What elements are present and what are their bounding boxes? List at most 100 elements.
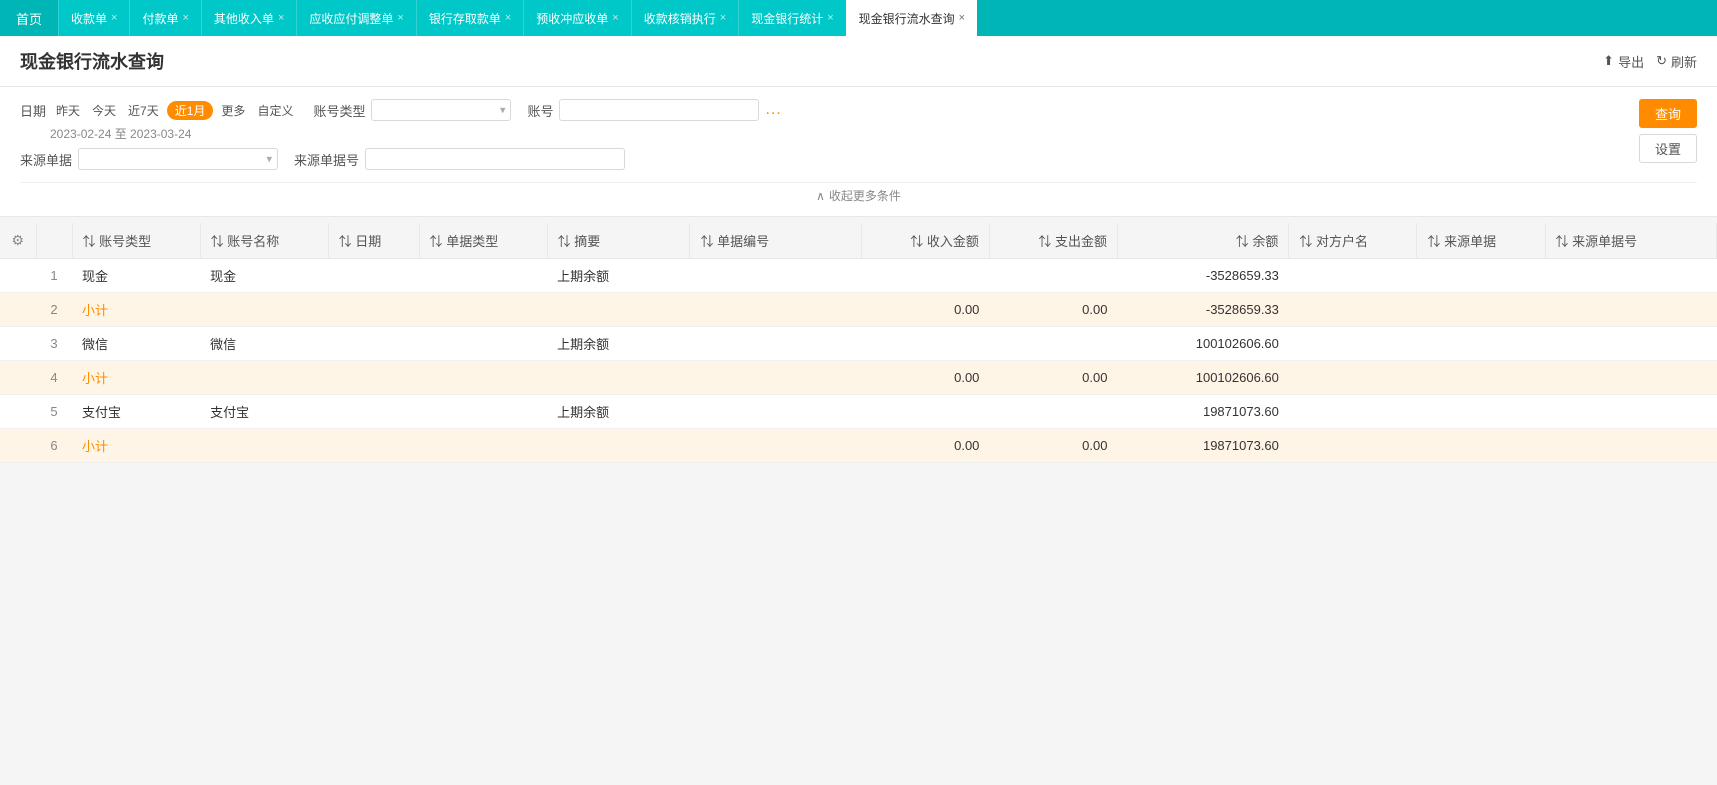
row-source-doc (1417, 293, 1545, 327)
close-icon[interactable]: × (397, 12, 403, 24)
date-btn-more[interactable]: 更多 (217, 101, 249, 120)
row-account-name: 支付宝 (200, 395, 328, 429)
account-type-filter-group: 账号类型 (313, 99, 511, 121)
row-source-doc (1417, 327, 1545, 361)
row-expense (989, 259, 1117, 293)
row-account-name: 现金 (200, 259, 328, 293)
row-date (328, 361, 419, 395)
account-ellipsis-button[interactable]: ... (765, 101, 781, 119)
row-date (328, 395, 419, 429)
row-num: 3 (36, 327, 72, 361)
col-counterparty: ⇅ 对方户名 (1289, 223, 1417, 259)
close-icon[interactable]: × (827, 12, 833, 24)
col-date: ⇅ 日期 (328, 223, 419, 259)
nav-tab-payments[interactable]: 付款单 × (129, 0, 200, 36)
settings-button[interactable]: 设置 (1639, 134, 1697, 163)
source-doc-select[interactable] (78, 148, 278, 170)
row-account-type: 小计 (72, 429, 200, 463)
account-input[interactable] (559, 99, 759, 121)
row-source-doc-num (1545, 293, 1716, 327)
account-type-label: 账号类型 (313, 101, 365, 120)
row-account-name (200, 361, 328, 395)
source-doc-filter-group: 来源单据 (20, 148, 278, 170)
row-doc-type (419, 361, 547, 395)
row-expense: 0.00 (989, 361, 1117, 395)
row-num: 1 (36, 259, 72, 293)
row-counterparty (1289, 259, 1417, 293)
nav-home[interactable]: 首页 (0, 0, 58, 36)
date-btn-1month[interactable]: 近1月 (167, 101, 214, 120)
account-type-select-wrapper (371, 99, 511, 121)
account-type-select[interactable] (371, 99, 511, 121)
nav-tab-other-income[interactable]: 其他收入单 × (201, 0, 296, 36)
row-expense (989, 327, 1117, 361)
nav-tab-adjust[interactable]: 应收应付调整单 × (296, 0, 415, 36)
nav-tab-verify[interactable]: 收款核销执行 × (631, 0, 738, 36)
close-icon[interactable]: × (182, 12, 188, 24)
row-doc-num (690, 429, 861, 463)
refresh-button[interactable]: ↻ 刷新 (1656, 52, 1697, 71)
nav-tab-cash-flow[interactable]: 现金银行流水查询 × (846, 0, 977, 36)
row-expense: 0.00 (989, 293, 1117, 327)
table-row: 6 小计 0.00 0.00 19871073.60 (0, 429, 1717, 463)
source-doc-num-input[interactable] (365, 148, 625, 170)
nav-tab-prepay[interactable]: 预收冲应收单 × (523, 0, 630, 36)
table-row: 3 微信 微信 上期余额 100102606.60 (0, 327, 1717, 361)
row-num: 5 (36, 395, 72, 429)
table-row: 2 小计 0.00 0.00 -3528659.33 (0, 293, 1717, 327)
nav-tab-receipts[interactable]: 收款单 × (58, 0, 129, 36)
date-shortcuts: 昨天 今天 近7天 近1月 更多 自定义 (52, 101, 297, 120)
col-num (36, 223, 72, 259)
row-num: 2 (36, 293, 72, 327)
date-range-display: 2023-02-24 至 2023-03-24 (50, 127, 191, 141)
collapse-filter-button[interactable]: ∧ 收起更多条件 (20, 182, 1697, 208)
page-header: 现金银行流水查询 ⬆ 导出 ↻ 刷新 (0, 36, 1717, 87)
row-expense (989, 395, 1117, 429)
row-doc-type (419, 259, 547, 293)
row-num: 4 (36, 361, 72, 395)
col-income: ⇅ 收入金额 (861, 223, 989, 259)
close-icon[interactable]: × (720, 12, 726, 24)
nav-tab-bank-deposit[interactable]: 银行存取款单 × (416, 0, 523, 36)
row-doc-num (690, 361, 861, 395)
row-balance: 19871073.60 (1117, 429, 1288, 463)
date-btn-7days[interactable]: 近7天 (124, 101, 163, 120)
header-actions: ⬆ 导出 ↻ 刷新 (1603, 52, 1697, 71)
row-source-doc (1417, 361, 1545, 395)
query-button[interactable]: 查询 (1639, 99, 1697, 128)
row-summary (547, 361, 690, 395)
table-header-row: ⚙ ⇅ 账号类型 ⇅ 账号名称 ⇅ 日期 ⇅ 单据类型 (0, 223, 1717, 259)
row-source-doc-num (1545, 395, 1716, 429)
close-icon[interactable]: × (959, 12, 965, 24)
row-account-type: 微信 (72, 327, 200, 361)
close-icon[interactable]: × (111, 12, 117, 24)
close-icon[interactable]: × (505, 12, 511, 24)
row-account-name: 微信 (200, 327, 328, 361)
row-account-type: 小计 (72, 293, 200, 327)
col-account-type: ⇅ 账号类型 (72, 223, 200, 259)
row-balance: -3528659.33 (1117, 259, 1288, 293)
col-expense: ⇅ 支出金额 (989, 223, 1117, 259)
close-icon[interactable]: × (278, 12, 284, 24)
row-balance: 100102606.60 (1117, 361, 1288, 395)
gear-icon[interactable]: ⚙ (11, 232, 24, 248)
col-source-doc-num: ⇅ 来源单据号 (1545, 223, 1716, 259)
row-date (328, 429, 419, 463)
date-btn-yesterday[interactable]: 昨天 (52, 101, 84, 120)
row-source-doc-num (1545, 327, 1716, 361)
date-btn-today[interactable]: 今天 (88, 101, 120, 120)
row-counterparty (1289, 429, 1417, 463)
nav-tab-cash-stat[interactable]: 现金银行统计 × (738, 0, 845, 36)
row-source-doc-num (1545, 361, 1716, 395)
row-doc-type (419, 293, 547, 327)
row-source-doc-num (1545, 259, 1716, 293)
close-icon[interactable]: × (612, 12, 618, 24)
row-source-doc (1417, 429, 1545, 463)
export-button[interactable]: ⬆ 导出 (1603, 52, 1644, 71)
row-doc-type (419, 327, 547, 361)
row-income (861, 327, 989, 361)
date-btn-custom[interactable]: 自定义 (253, 101, 297, 120)
row-source-doc (1417, 259, 1545, 293)
row-counterparty (1289, 361, 1417, 395)
account-label: 账号 (527, 101, 553, 120)
